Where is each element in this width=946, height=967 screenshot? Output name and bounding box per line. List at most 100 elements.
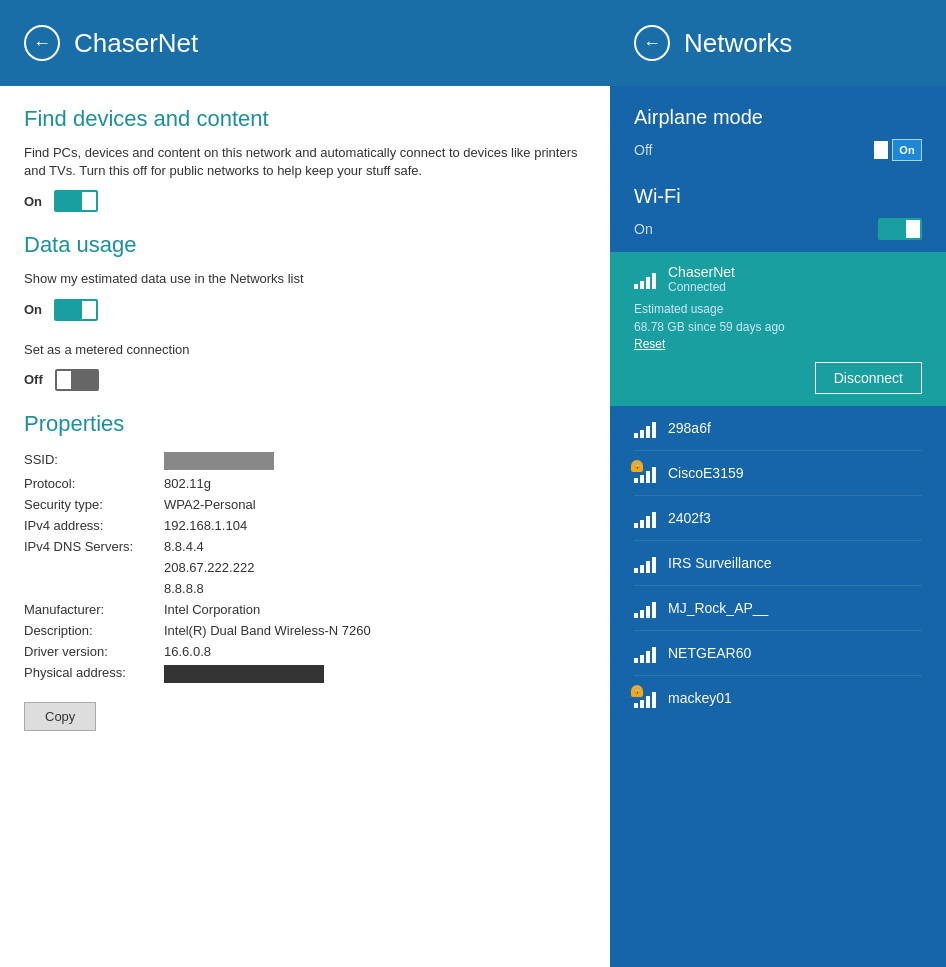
table-row: Physical address: (24, 662, 586, 686)
networks-back-button[interactable]: ← (634, 25, 670, 61)
list-item[interactable]: IRS Surveillance (634, 541, 922, 586)
prop-value-dns2: 208.67.222.222 (164, 557, 586, 578)
reset-link[interactable]: Reset (634, 337, 665, 351)
prop-value-manufacturer: Intel Corporation (164, 599, 586, 620)
prop-value-physical (164, 662, 586, 686)
data-usage-section: Data usage Show my estimated data use in… (24, 232, 586, 390)
airplane-mode-section: Airplane mode Off On (634, 106, 922, 161)
list-item[interactable]: 🔒 CiscoE3159 (634, 451, 922, 496)
prop-label-dns: IPv4 DNS Servers: (24, 536, 164, 557)
signal-icon-netgear (634, 643, 656, 663)
prop-value-driver: 16.6.0.8 (164, 641, 586, 662)
right-content: Airplane mode Off On Wi-Fi On (610, 86, 946, 967)
networks-list: 298a6f 🔒 CiscoE3159 2402f3 (634, 406, 922, 720)
signal-icon-298a6f (634, 418, 656, 438)
page-title: ChaserNet (74, 28, 198, 59)
connected-network-info: ChaserNet Connected (668, 264, 735, 294)
back-button[interactable]: ← (24, 25, 60, 61)
connected-network-item[interactable]: ChaserNet Connected Estimated usage 68.7… (610, 252, 946, 406)
network-name-298a6f: 298a6f (668, 420, 711, 436)
right-header: ← Networks (610, 0, 946, 86)
usage-value: 68.78 GB since 59 days ago (634, 320, 922, 334)
lock-badge-mackey: 🔒 (631, 685, 643, 697)
table-row: IPv4 DNS Servers: 8.8.4.4 (24, 536, 586, 557)
list-item[interactable]: MJ_Rock_AP__ (634, 586, 922, 631)
prop-label-description: Description: (24, 620, 164, 641)
list-item[interactable]: 2402f3 (634, 496, 922, 541)
properties-section: Properties SSID: Protocol: 802.11g Secur… (24, 411, 586, 731)
connected-network-status: Connected (668, 280, 735, 294)
table-row: Description: Intel(R) Dual Band Wireless… (24, 620, 586, 641)
prop-label-driver: Driver version: (24, 641, 164, 662)
physical-bar (164, 665, 324, 683)
prop-value-ipv4: 192.168.1.104 (164, 515, 586, 536)
prop-label-physical: Physical address: (24, 662, 164, 686)
airplane-toggle-on-label: On (899, 144, 914, 156)
prop-label-protocol: Protocol: (24, 473, 164, 494)
prop-label-manufacturer: Manufacturer: (24, 599, 164, 620)
networks-title: Networks (684, 28, 792, 59)
prop-label-dns3-empty (24, 578, 164, 599)
back-icon: ← (33, 33, 51, 54)
network-name-cisco: CiscoE3159 (668, 465, 744, 481)
signal-icon-irs (634, 553, 656, 573)
table-row: Manufacturer: Intel Corporation (24, 599, 586, 620)
airplane-toggle-thumb (874, 141, 888, 159)
table-row: Security type: WPA2-Personal (24, 494, 586, 515)
find-devices-title: Find devices and content (24, 106, 586, 132)
left-header: ← ChaserNet (0, 0, 610, 86)
data-usage-show-toggle[interactable] (54, 299, 98, 321)
lock-overlay-cisco: 🔒 (634, 463, 656, 483)
prop-value-security: WPA2-Personal (164, 494, 586, 515)
lock-icon: 🔒 (633, 462, 642, 470)
table-row: Protocol: 802.11g (24, 473, 586, 494)
data-usage-title: Data usage (24, 232, 586, 258)
prop-label-ipv4: IPv4 address: (24, 515, 164, 536)
table-row: 8.8.8.8 (24, 578, 586, 599)
data-usage-show-toggle-row: On (24, 299, 586, 321)
disconnect-button[interactable]: Disconnect (815, 362, 922, 394)
list-item[interactable]: 🔒 mackey01 (634, 676, 922, 720)
left-panel: ← ChaserNet Find devices and content Fin… (0, 0, 610, 967)
connected-signal-icon (634, 269, 656, 289)
network-name-mackey: mackey01 (668, 690, 732, 706)
find-devices-toggle-label: On (24, 194, 42, 209)
metered-toggle-row: Off (24, 369, 586, 391)
airplane-toggle-container: On (874, 139, 922, 161)
table-row: 208.67.222.222 (24, 557, 586, 578)
wifi-title: Wi-Fi (634, 185, 922, 208)
prop-label-security: Security type: (24, 494, 164, 515)
list-item[interactable]: NETGEAR60 (634, 631, 922, 676)
find-devices-section: Find devices and content Find PCs, devic… (24, 106, 586, 212)
wifi-label: On (634, 221, 653, 237)
find-devices-toggle-row: On (24, 190, 586, 212)
lock-icon-mackey: 🔒 (633, 687, 642, 695)
copy-button[interactable]: Copy (24, 702, 96, 731)
list-item[interactable]: 298a6f (634, 406, 922, 451)
airplane-mode-row: Off On (634, 139, 922, 161)
networks-back-icon: ← (643, 33, 661, 54)
prop-value-dns1: 8.8.4.4 (164, 536, 586, 557)
network-name-netgear: NETGEAR60 (668, 645, 751, 661)
prop-value-description: Intel(R) Dual Band Wireless-N 7260 (164, 620, 586, 641)
prop-label-ssid: SSID: (24, 449, 164, 473)
metered-desc: Set as a metered connection (24, 341, 586, 359)
data-usage-show-desc: Show my estimated data use in the Networ… (24, 270, 586, 288)
lock-overlay-mackey: 🔒 (634, 688, 656, 708)
wifi-row: On (634, 218, 922, 240)
metered-toggle-label: Off (24, 372, 43, 387)
usage-label: Estimated usage (634, 302, 922, 316)
find-devices-desc: Find PCs, devices and content on this ne… (24, 144, 586, 180)
airplane-mode-title: Airplane mode (634, 106, 922, 129)
network-name-mj: MJ_Rock_AP__ (668, 600, 768, 616)
wifi-section: Wi-Fi On (634, 185, 922, 240)
wifi-toggle[interactable] (878, 218, 922, 240)
table-row: SSID: (24, 449, 586, 473)
data-usage-show-label: On (24, 302, 42, 317)
find-devices-toggle[interactable] (54, 190, 98, 212)
airplane-toggle[interactable]: On (892, 139, 922, 161)
metered-toggle[interactable] (55, 369, 99, 391)
connected-top: ChaserNet Connected (634, 264, 922, 294)
right-panel: ← Networks Airplane mode Off On Wi-Fi On (610, 0, 946, 967)
properties-title: Properties (24, 411, 586, 437)
